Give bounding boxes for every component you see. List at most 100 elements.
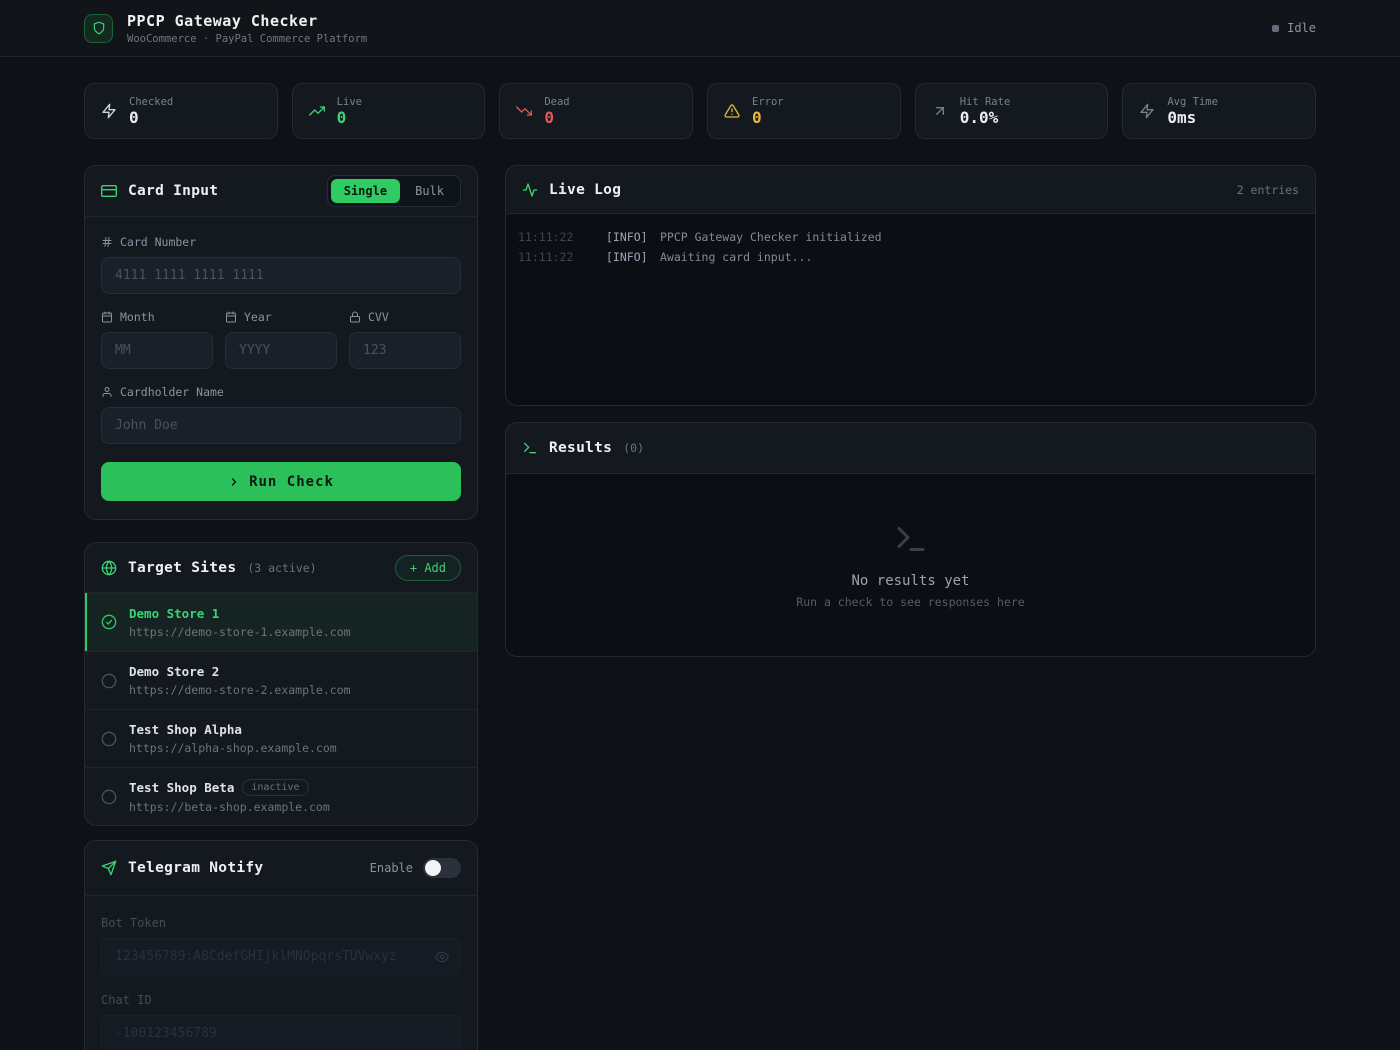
chat-id-label: Chat ID <box>101 993 152 1007</box>
stat-value: 0ms <box>1167 108 1197 127</box>
site-name: Test Shop Alpha <box>129 722 242 737</box>
stat-value: 0 <box>544 108 554 127</box>
month-input[interactable] <box>101 332 213 369</box>
card-number-input[interactable] <box>101 257 461 294</box>
stat-value: 0 <box>129 108 139 127</box>
card-input-body: Card Number Month <box>85 217 477 519</box>
log-timestamp: 11:11:22 <box>518 230 574 244</box>
site-row-demo-store-2[interactable]: Demo Store 2 https://demo-store-2.exampl… <box>85 651 477 709</box>
brand-text: PPCP Gateway Checker WooCommerce · PayPa… <box>127 12 367 45</box>
stat-value: 0.0% <box>959 108 999 127</box>
site-row-demo-store-1[interactable]: Demo Store 1 https://demo-store-1.exampl… <box>85 593 477 651</box>
log-timestamp: 11:11:22 <box>518 250 574 264</box>
telegram-enable-toggle[interactable] <box>423 858 461 878</box>
target-sites-panel: Target Sites (3 active) + Add Demo Store… <box>84 542 478 826</box>
status-label: Idle <box>1287 21 1316 35</box>
site-name: Demo Store 2 <box>129 664 220 679</box>
chat-id-input[interactable] <box>101 1015 461 1050</box>
hash-icon <box>101 236 113 248</box>
activity-icon <box>522 182 538 198</box>
year-label: Year <box>225 310 337 324</box>
input-mode-toggle: Single Bulk <box>326 175 461 207</box>
log-level: [INFO] <box>606 230 648 244</box>
results-panel: Results (0) No results yet Run a check t… <box>505 422 1316 657</box>
bot-token-input[interactable] <box>101 938 461 975</box>
zap-icon <box>101 103 117 119</box>
credit-card-icon <box>101 183 117 199</box>
results-empty-state: No results yet Run a check to see respon… <box>506 474 1315 656</box>
live-log-header: Live Log 2 entries <box>506 166 1315 214</box>
site-name: Test Shop Beta inactive <box>129 779 330 796</box>
status-dot-icon <box>1272 24 1280 32</box>
toggle-knob <box>425 860 441 876</box>
trending-down-icon <box>516 103 533 119</box>
zap-icon <box>1139 103 1155 119</box>
status-indicator: Idle <box>1272 21 1316 35</box>
telegram-header: Telegram Notify Enable <box>85 841 477 896</box>
calendar-icon <box>225 311 237 323</box>
site-list: Demo Store 1 https://demo-store-1.exampl… <box>85 593 477 825</box>
circle-icon <box>101 789 117 805</box>
calendar-icon <box>101 311 113 323</box>
site-url: https://alpha-shop.example.com <box>129 741 337 755</box>
brand: PPCP Gateway Checker WooCommerce · PayPa… <box>84 12 367 45</box>
log-message: Awaiting card input... <box>660 250 813 264</box>
cvv-input[interactable] <box>349 332 461 369</box>
target-sites-header: Target Sites (3 active) + Add <box>85 543 477 593</box>
cvv-label: CVV <box>349 310 461 324</box>
results-count: (0) <box>623 441 644 455</box>
telegram-notify-panel: Telegram Notify Enable Bot Token 1234567… <box>84 840 478 1050</box>
mode-single-button[interactable]: Single <box>330 179 401 203</box>
user-icon <box>101 386 113 398</box>
alert-triangle-icon <box>724 103 740 119</box>
stat-card-error: Error 0 <box>707 83 901 139</box>
log-entry: 11:11:22 [INFO] PPCP Gateway Checker ini… <box>506 227 1315 247</box>
eye-icon[interactable] <box>435 950 449 964</box>
mode-bulk-button[interactable]: Bulk <box>402 179 457 203</box>
empty-subtitle: Run a check to see responses here <box>796 595 1025 609</box>
results-header: Results (0) <box>506 423 1315 474</box>
cardholder-label: Cardholder Name <box>101 385 461 399</box>
site-url: https://beta-shop.example.com <box>129 800 330 814</box>
stats-row: Checked 0 Live 0 Dead 0 Error 0 Hit Rate… <box>84 83 1317 139</box>
stat-label: Live <box>336 96 362 108</box>
cardholder-input[interactable] <box>101 407 461 444</box>
entries-count: 2 entries <box>1236 182 1299 197</box>
stat-card-checked: Checked 0 <box>84 83 278 139</box>
site-row-test-shop-alpha[interactable]: Test Shop Alpha https://alpha-shop.examp… <box>85 709 477 767</box>
panel-title: Target Sites <box>128 559 237 576</box>
stat-value: 0 <box>336 108 347 127</box>
panel-title: Telegram Notify <box>128 860 264 876</box>
globe-icon <box>101 560 117 576</box>
site-name: Demo Store 1 <box>129 605 220 621</box>
stat-label: Checked <box>129 96 174 108</box>
terminal-icon <box>522 440 538 456</box>
stat-label: Dead <box>544 96 570 108</box>
site-url: https://demo-store-2.example.com <box>129 683 351 697</box>
stat-card-avg-time: Avg Time 0ms <box>1122 83 1317 139</box>
enable-label: Enable <box>369 861 413 875</box>
log-entry: 11:11:22 [INFO] Awaiting card input... <box>506 247 1315 267</box>
year-input[interactable] <box>225 332 337 369</box>
send-icon <box>101 860 117 876</box>
log-message: PPCP Gateway Checker initialized <box>660 230 882 244</box>
stat-label: Avg Time <box>1167 96 1218 108</box>
live-log-panel: Live Log 2 entries 11:11:22 [INFO] PPCP … <box>505 165 1316 406</box>
stat-card-hit-rate: Hit Rate 0.0% <box>914 83 1109 139</box>
trending-up-icon <box>308 103 325 119</box>
add-site-button[interactable]: + Add <box>394 554 461 581</box>
stat-card-dead: Dead 0 <box>499 83 694 139</box>
check-circle-icon <box>101 614 117 630</box>
lock-icon <box>349 311 361 323</box>
log-console[interactable]: 11:11:22 [INFO] PPCP Gateway Checker ini… <box>506 214 1315 405</box>
site-url: https://demo-store-1.example.com <box>129 624 351 639</box>
log-level: [INFO] <box>606 250 648 264</box>
site-row-test-shop-beta[interactable]: Test Shop Beta inactive https://beta-sho… <box>85 767 477 825</box>
circle-icon <box>101 673 117 689</box>
terminal-icon <box>891 521 931 557</box>
arrow-up-right-icon <box>932 103 948 119</box>
panel-title: Live Log <box>549 181 622 198</box>
run-check-button[interactable]: Run Check <box>101 462 461 501</box>
stat-value: 0 <box>752 108 762 127</box>
app-title: PPCP Gateway Checker <box>127 11 318 30</box>
